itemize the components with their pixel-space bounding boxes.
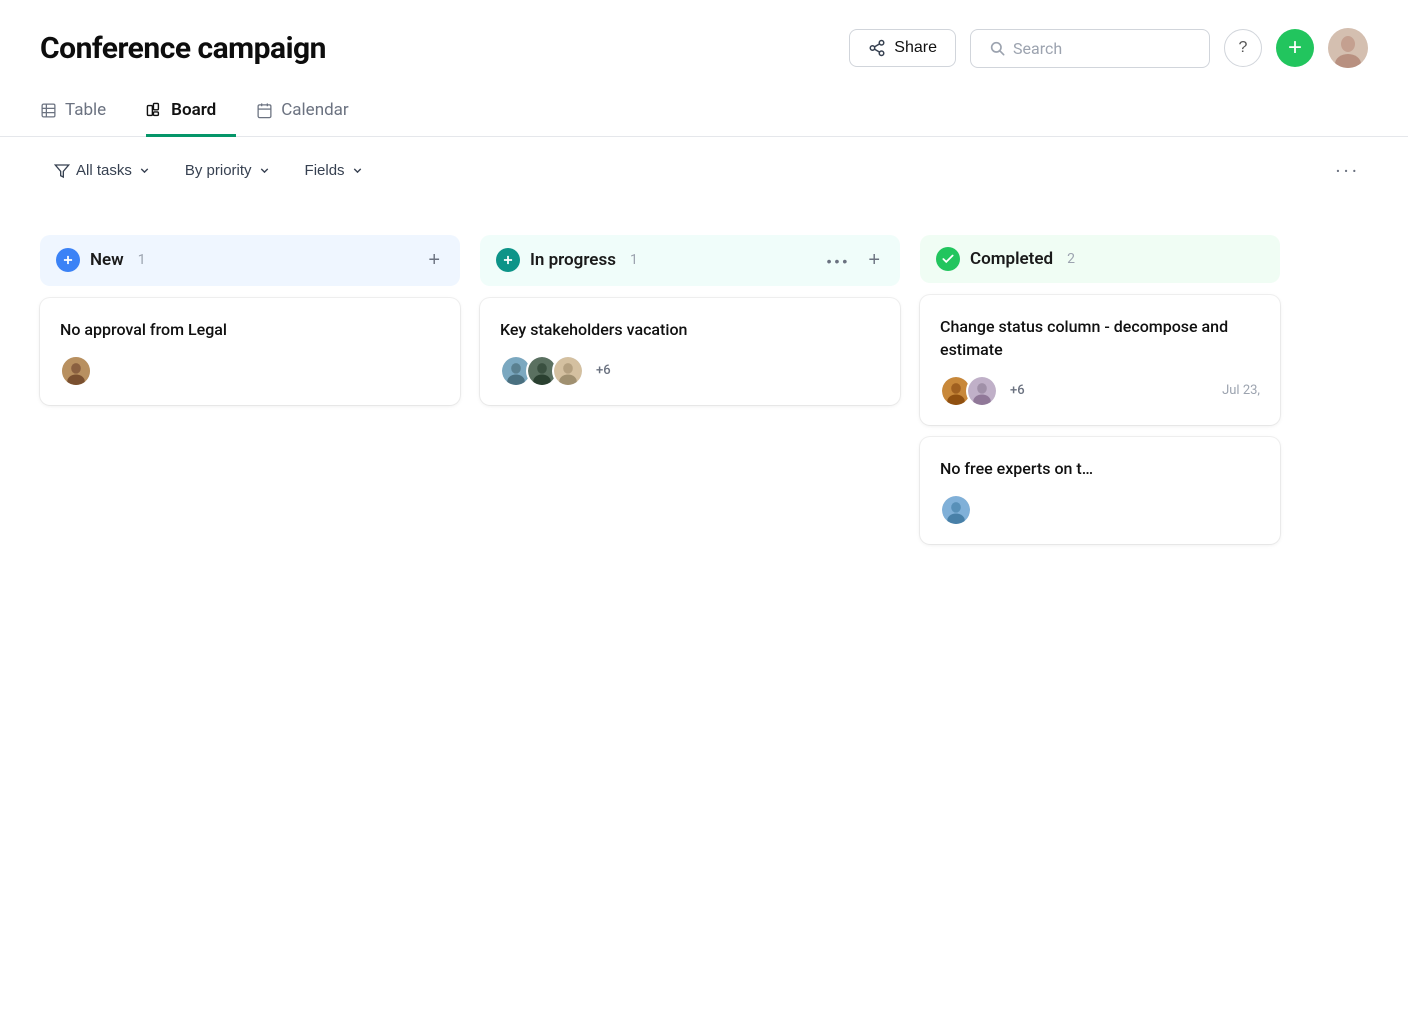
fields-label: Fields (305, 162, 345, 179)
card-no-free-experts-footer (940, 494, 1260, 526)
column-completed-label: Completed (970, 249, 1053, 269)
card-no-free-experts-title: No free experts on t… (940, 457, 1260, 480)
header-right: Share Search ? + (849, 28, 1368, 68)
board: New 1 + No approval from Legal (0, 205, 1408, 585)
share-button[interactable]: Share (849, 29, 956, 67)
fields-button[interactable]: Fields (291, 155, 378, 186)
avatar-group-1 (60, 355, 92, 387)
avatar-group-2 (500, 355, 584, 387)
search-icon (989, 40, 1005, 56)
change-status-date: Jul 23, (1222, 383, 1260, 398)
column-header-new: New 1 + (40, 235, 460, 286)
by-priority-button[interactable]: By priority (171, 155, 285, 186)
add-button[interactable]: + (1276, 29, 1314, 67)
header-left: Conference campaign (40, 31, 326, 66)
help-button[interactable]: ? (1224, 29, 1262, 67)
avatar-4a (940, 494, 972, 526)
col-header-left-inprogress: In progress 1 (496, 248, 638, 272)
user-avatar-image (1328, 28, 1368, 68)
column-inprogress: In progress 1 + Key stakeholders vacatio… (480, 235, 900, 405)
tab-board-label: Board (171, 100, 216, 120)
column-inprogress-count: 1 (630, 252, 638, 268)
chevron-down-icon (138, 164, 151, 177)
card-stakeholders-title: Key stakeholders vacation (500, 318, 880, 341)
chevron-down-icon-2 (258, 164, 271, 177)
filter-icon (54, 163, 70, 179)
column-inprogress-more-button[interactable] (823, 248, 855, 273)
status-icon-completed (936, 247, 960, 271)
col-header-left-new: New 1 (56, 248, 146, 272)
column-inprogress-add-button[interactable]: + (864, 247, 884, 274)
card-no-approval[interactable]: No approval from Legal (40, 298, 460, 405)
toolbar-more[interactable]: ··· (1327, 155, 1368, 187)
tab-table-label: Table (65, 100, 106, 120)
avatar-1 (60, 355, 92, 387)
header: Conference campaign Share Search ? + (0, 0, 1408, 88)
card-change-status-title: Change status column - decompose and est… (940, 315, 1260, 361)
col-header-left-completed: Completed 2 (936, 247, 1075, 271)
card-no-free-experts[interactable]: No free experts on t… (920, 437, 1280, 544)
col-actions-inprogress: + (823, 247, 884, 274)
tab-board[interactable]: Board (146, 88, 236, 137)
share-label: Share (894, 39, 937, 57)
column-new-label: New (90, 250, 124, 270)
card-change-status-footer: +6 Jul 23, (940, 375, 1260, 407)
column-header-completed: Completed 2 (920, 235, 1280, 283)
tabs-bar: Table Board Calendar (0, 88, 1408, 137)
tab-table[interactable]: Table (40, 88, 126, 137)
avatar-group-3 (940, 375, 998, 407)
tab-calendar-label: Calendar (281, 100, 348, 120)
card-no-approval-footer (60, 355, 440, 387)
add-icon: + (1288, 36, 1302, 60)
column-completed: Completed 2 Change status column - decom… (920, 235, 1280, 545)
tab-calendar[interactable]: Calendar (256, 88, 368, 137)
user-avatar[interactable] (1328, 28, 1368, 68)
status-icon-new (56, 248, 80, 272)
status-icon-inprogress (496, 248, 520, 272)
all-tasks-label: All tasks (76, 162, 132, 179)
avatar-3b (966, 375, 998, 407)
board-icon (146, 102, 163, 119)
table-icon (40, 102, 57, 119)
calendar-icon (256, 102, 273, 119)
card-no-approval-title: No approval from Legal (60, 318, 440, 341)
card-stakeholders[interactable]: Key stakeholders vacation (480, 298, 900, 405)
avatar-group-4 (940, 494, 972, 526)
toolbar-left: All tasks By priority Fields (40, 155, 378, 186)
avatar-2c (552, 355, 584, 387)
card-change-status[interactable]: Change status column - decompose and est… (920, 295, 1280, 425)
column-new-count: 1 (138, 252, 146, 268)
chevron-down-icon-3 (351, 164, 364, 177)
change-status-extra-count: +6 (1010, 383, 1025, 398)
stakeholders-extra-count: +6 (596, 363, 611, 378)
card-stakeholders-footer: +6 (500, 355, 880, 387)
col-actions-new: + (424, 247, 444, 274)
toolbar: All tasks By priority Fields ··· (0, 137, 1408, 205)
all-tasks-button[interactable]: All tasks (40, 155, 165, 186)
search-box[interactable]: Search (970, 29, 1210, 68)
page-title: Conference campaign (40, 31, 326, 66)
column-completed-count: 2 (1067, 251, 1075, 267)
column-new-add-button[interactable]: + (424, 247, 444, 274)
column-header-inprogress: In progress 1 + (480, 235, 900, 286)
column-new: New 1 + No approval from Legal (40, 235, 460, 405)
by-priority-label: By priority (185, 162, 252, 179)
column-inprogress-label: In progress (530, 250, 616, 270)
help-label: ? (1239, 39, 1248, 57)
search-placeholder: Search (1013, 39, 1062, 58)
share-icon (868, 39, 886, 57)
